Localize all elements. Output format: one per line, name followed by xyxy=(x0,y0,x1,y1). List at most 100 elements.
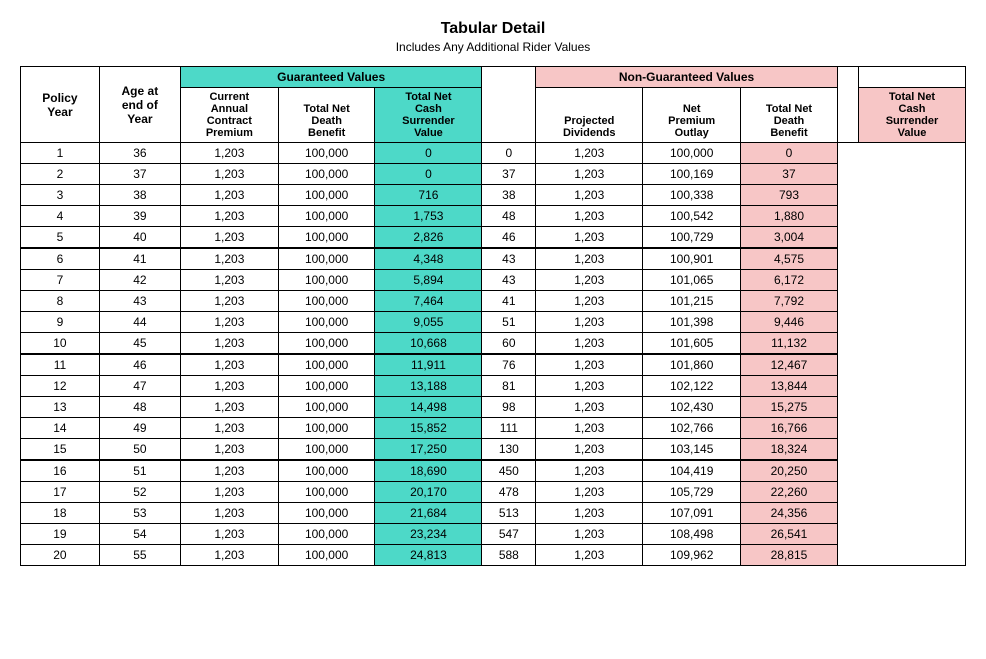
table-cell: 100,000 xyxy=(278,503,375,524)
non-guaranteed-values-header: Non-Guaranteed Values xyxy=(536,67,838,88)
table-cell: 100,000 xyxy=(278,418,375,439)
table-cell: 55 xyxy=(99,545,180,566)
table-cell: 100,000 xyxy=(278,270,375,291)
table-cell: 40 xyxy=(99,227,180,249)
table-cell: 1,203 xyxy=(180,397,278,418)
table-cell: 1,203 xyxy=(180,503,278,524)
table-cell: 1,203 xyxy=(536,312,643,333)
table-cell: 18,324 xyxy=(741,439,838,461)
table-cell: 43 xyxy=(99,291,180,312)
table-cell: 20,170 xyxy=(375,482,482,503)
table-cell: 1,203 xyxy=(536,333,643,355)
table-cell: 6,172 xyxy=(741,270,838,291)
table-cell: 4,575 xyxy=(741,248,838,270)
table-cell: 1,203 xyxy=(180,524,278,545)
table-cell: 13,844 xyxy=(741,376,838,397)
table-cell: 7,464 xyxy=(375,291,482,312)
table-cell: 2,826 xyxy=(375,227,482,249)
table-cell: 46 xyxy=(482,227,536,249)
table-cell: 102,430 xyxy=(643,397,741,418)
table-cell: 1,203 xyxy=(536,397,643,418)
table-cell: 1,203 xyxy=(180,460,278,482)
table-cell: 1,880 xyxy=(741,206,838,227)
table-cell: 101,065 xyxy=(643,270,741,291)
table-cell: 49 xyxy=(99,418,180,439)
table-cell: 9,055 xyxy=(375,312,482,333)
table-cell: 101,605 xyxy=(643,333,741,355)
table-cell: 54 xyxy=(99,524,180,545)
table-cell: 101,398 xyxy=(643,312,741,333)
table-cell: 1,203 xyxy=(536,545,643,566)
table-cell: 6 xyxy=(21,248,100,270)
age-header: Age atend ofYear xyxy=(99,67,180,143)
table-cell: 1,203 xyxy=(536,524,643,545)
table-cell: 1,203 xyxy=(180,291,278,312)
projected-dividends-header: ProjectedDividends xyxy=(536,88,643,143)
table-cell: 10 xyxy=(21,333,100,355)
page-title: Tabular Detail xyxy=(20,20,966,38)
table-cell: 101,860 xyxy=(643,354,741,376)
table-cell: 100,000 xyxy=(278,545,375,566)
table-cell: 28,815 xyxy=(741,545,838,566)
table-cell: 42 xyxy=(99,270,180,291)
table-cell: 100,901 xyxy=(643,248,741,270)
table-cell: 513 xyxy=(482,503,536,524)
table-cell: 5,894 xyxy=(375,270,482,291)
current-annual-premium-header: CurrentAnnualContractPremium xyxy=(180,88,278,143)
spacer-header xyxy=(482,67,536,143)
table-cell: 47 xyxy=(99,376,180,397)
table-cell: 4,348 xyxy=(375,248,482,270)
table-cell: 14 xyxy=(21,418,100,439)
table-cell: 36 xyxy=(99,143,180,164)
table-cell: 1,203 xyxy=(180,354,278,376)
ng-total-net-death-header: Total NetDeathBenefit xyxy=(741,88,838,143)
table-cell: 111 xyxy=(482,418,536,439)
table-cell: 547 xyxy=(482,524,536,545)
table-cell: 14,498 xyxy=(375,397,482,418)
table-cell: 0 xyxy=(482,143,536,164)
table-cell: 103,145 xyxy=(643,439,741,461)
table-cell: 1,203 xyxy=(180,545,278,566)
table-cell: 15 xyxy=(21,439,100,461)
ng-total-net-csv-header: Total NetCashSurrenderValue xyxy=(858,88,965,143)
table-cell: 50 xyxy=(99,439,180,461)
table-cell: 1,203 xyxy=(536,248,643,270)
table-cell: 100,000 xyxy=(278,291,375,312)
table-cell: 38 xyxy=(482,185,536,206)
table-cell: 12,467 xyxy=(741,354,838,376)
table-cell: 18 xyxy=(21,503,100,524)
table-cell: 41 xyxy=(99,248,180,270)
table-cell: 100,000 xyxy=(278,354,375,376)
table-cell: 43 xyxy=(482,270,536,291)
table-cell: 1,203 xyxy=(536,270,643,291)
table-cell: 1,203 xyxy=(180,227,278,249)
table-cell: 11,132 xyxy=(741,333,838,355)
table-cell: 100,000 xyxy=(278,185,375,206)
table-cell: 15,275 xyxy=(741,397,838,418)
table-cell: 100,000 xyxy=(278,312,375,333)
table-cell: 100,542 xyxy=(643,206,741,227)
table-cell: 109,962 xyxy=(643,545,741,566)
table-cell: 9,446 xyxy=(741,312,838,333)
table-cell: 1,203 xyxy=(180,312,278,333)
main-container: Tabular Detail Includes Any Additional R… xyxy=(20,20,966,566)
table-cell: 38 xyxy=(99,185,180,206)
table-cell: 1,203 xyxy=(536,439,643,461)
table-cell: 10,668 xyxy=(375,333,482,355)
table-cell: 3 xyxy=(21,185,100,206)
table-cell: 1,753 xyxy=(375,206,482,227)
table-cell: 37 xyxy=(99,164,180,185)
table-cell: 20 xyxy=(21,545,100,566)
table-cell: 1,203 xyxy=(536,354,643,376)
tabular-detail-table: PolicyYear Age atend ofYear Guaranteed V… xyxy=(20,66,966,566)
table-cell: 100,000 xyxy=(278,227,375,249)
table-cell: 37 xyxy=(482,164,536,185)
table-cell: 100,000 xyxy=(278,439,375,461)
table-cell: 51 xyxy=(99,460,180,482)
table-cell: 24,813 xyxy=(375,545,482,566)
table-cell: 7 xyxy=(21,270,100,291)
table-cell: 45 xyxy=(99,333,180,355)
net-premium-outlay-header: NetPremiumOutlay xyxy=(643,88,741,143)
table-cell: 9 xyxy=(21,312,100,333)
total-net-csv-header: Total NetCashSurrenderValue xyxy=(375,88,482,143)
